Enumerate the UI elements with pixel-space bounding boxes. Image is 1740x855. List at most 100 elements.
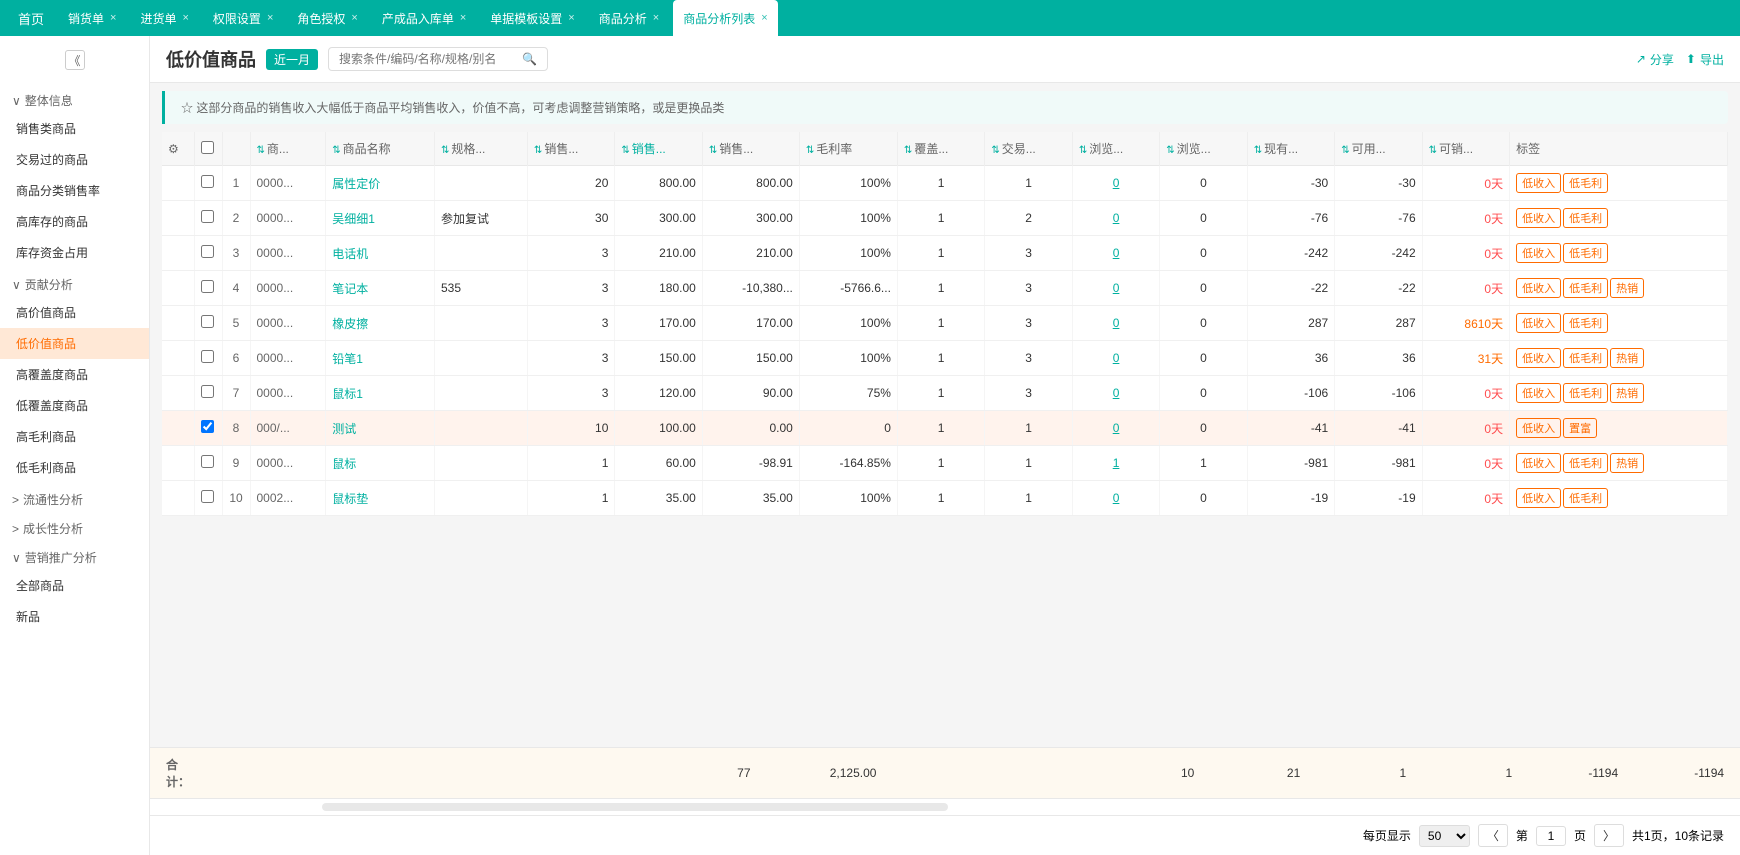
cell-name[interactable]: 电话机 [326, 236, 435, 271]
cell-name[interactable]: 橡皮擦 [326, 306, 435, 341]
sidebar-section-growth[interactable]: > 成长性分析 [0, 512, 149, 541]
close-analysis-icon[interactable]: × [653, 12, 659, 24]
cell-name[interactable]: 笔记本 [326, 271, 435, 306]
cell-checkbox[interactable] [194, 166, 222, 201]
th-sellable[interactable]: ⇅可销... [1422, 132, 1509, 166]
cell-browse1[interactable]: 0 [1072, 481, 1159, 516]
cell-name[interactable]: 鼠标1 [326, 376, 435, 411]
th-sales3[interactable]: ⇅销售... [702, 132, 799, 166]
horizontal-scrollbar[interactable] [322, 803, 948, 811]
sidebar-item-high-stock[interactable]: 高库存的商品 [0, 206, 149, 237]
period-badge[interactable]: 近一月 [266, 49, 318, 70]
cell-checkbox[interactable] [194, 446, 222, 481]
cell-name[interactable]: 属性定价 [326, 166, 435, 201]
nav-role-auth[interactable]: 角色授权 × [287, 0, 367, 36]
cell-browse1[interactable]: 0 [1072, 236, 1159, 271]
cell-checkbox[interactable] [194, 236, 222, 271]
browse-link[interactable]: 1 [1113, 456, 1120, 470]
th-spec[interactable]: ⇅规格... [434, 132, 527, 166]
sidebar-collapse-button[interactable]: 《 [65, 50, 85, 70]
close-permission-icon[interactable]: × [267, 12, 273, 24]
sidebar-item-traded-products[interactable]: 交易过的商品 [0, 144, 149, 175]
browse-link[interactable]: 0 [1113, 281, 1120, 295]
search-box[interactable]: 🔍 [328, 47, 548, 71]
export-button[interactable]: ⬆ 导出 [1686, 51, 1724, 68]
sidebar-item-category-sales-rate[interactable]: 商品分类销售率 [0, 175, 149, 206]
search-icon[interactable]: 🔍 [522, 52, 537, 66]
cell-checkbox[interactable] [194, 341, 222, 376]
cell-name[interactable]: 测试 [326, 411, 435, 446]
nav-purchase-order[interactable]: 进货单 × [130, 0, 198, 36]
close-inbound-icon[interactable]: × [460, 12, 466, 24]
current-page-input[interactable] [1536, 826, 1566, 846]
cell-checkbox[interactable] [194, 376, 222, 411]
row-checkbox[interactable] [201, 175, 214, 188]
prev-page-button[interactable]: 〈 [1478, 824, 1508, 847]
sidebar-item-sales-products[interactable]: 销售类商品 [0, 113, 149, 144]
th-checkbox[interactable] [194, 132, 222, 166]
th-browse1[interactable]: ⇅浏览... [1072, 132, 1159, 166]
sidebar-item-high-value[interactable]: 高价值商品 [0, 297, 149, 328]
search-input[interactable] [339, 52, 518, 66]
th-sales1[interactable]: ⇅销售... [527, 132, 614, 166]
th-current[interactable]: ⇅现有... [1247, 132, 1334, 166]
close-template-icon[interactable]: × [568, 12, 574, 24]
sidebar-item-stock-fund[interactable]: 库存资金占用 [0, 237, 149, 268]
row-checkbox[interactable] [201, 455, 214, 468]
share-button[interactable]: ↗ 分享 [1636, 51, 1674, 68]
browse-link[interactable]: 0 [1113, 316, 1120, 330]
browse-link[interactable]: 0 [1113, 421, 1120, 435]
cell-browse1[interactable]: 0 [1072, 341, 1159, 376]
cell-checkbox[interactable] [194, 481, 222, 516]
cell-name[interactable]: 吴细细1 [326, 201, 435, 236]
cell-browse1[interactable]: 1 [1072, 446, 1159, 481]
row-checkbox[interactable] [201, 490, 214, 503]
sidebar-item-high-margin[interactable]: 高毛利商品 [0, 421, 149, 452]
cell-browse1[interactable]: 0 [1072, 166, 1159, 201]
th-usable[interactable]: ⇅可用... [1335, 132, 1422, 166]
nav-sales-order[interactable]: 销货单 × [58, 0, 126, 36]
close-sales-order-icon[interactable]: × [110, 12, 116, 24]
browse-link[interactable]: 0 [1113, 211, 1120, 225]
sidebar-item-all-products[interactable]: 全部商品 [0, 570, 149, 601]
sidebar-item-new-products[interactable]: 新品 [0, 601, 149, 632]
th-margin[interactable]: ⇅毛利率 [799, 132, 897, 166]
close-purchase-order-icon[interactable]: × [182, 12, 188, 24]
next-page-button[interactable]: 〉 [1594, 824, 1624, 847]
row-checkbox[interactable] [201, 385, 214, 398]
cell-name[interactable]: 铅笔1 [326, 341, 435, 376]
cell-checkbox[interactable] [194, 201, 222, 236]
cell-browse1[interactable]: 0 [1072, 201, 1159, 236]
row-checkbox[interactable] [201, 420, 214, 433]
cell-browse1[interactable]: 0 [1072, 306, 1159, 341]
cell-browse1[interactable]: 0 [1072, 376, 1159, 411]
th-settings[interactable]: ⚙ [162, 132, 194, 166]
select-all-checkbox[interactable] [201, 141, 214, 154]
row-checkbox[interactable] [201, 210, 214, 223]
sidebar-section-liquidity[interactable]: > 流通性分析 [0, 483, 149, 512]
nav-template-settings[interactable]: 单据模板设置 × [480, 0, 584, 36]
cell-browse1[interactable]: 0 [1072, 271, 1159, 306]
sidebar-section-marketing[interactable]: ∨ 营销推广分析 [0, 541, 149, 570]
browse-link[interactable]: 0 [1113, 176, 1120, 190]
row-checkbox[interactable] [201, 350, 214, 363]
browse-link[interactable]: 0 [1113, 386, 1120, 400]
data-table-container[interactable]: ⚙ ⇅商... ⇅商品名称 ⇅规格... ⇅销售... ⇅销售... ⇅销售..… [150, 132, 1740, 747]
browse-link[interactable]: 0 [1113, 351, 1120, 365]
row-checkbox[interactable] [201, 245, 214, 258]
cell-browse1[interactable]: 0 [1072, 411, 1159, 446]
close-analysis-list-icon[interactable]: × [761, 12, 767, 24]
nav-product-analysis-list[interactable]: 商品分析列表 × [673, 0, 777, 36]
sidebar-section-contribution[interactable]: ∨ 贡献分析 [0, 268, 149, 297]
sidebar-item-low-value[interactable]: 低价值商品 [0, 328, 149, 359]
th-sales2[interactable]: ⇅销售... [615, 132, 702, 166]
row-checkbox[interactable] [201, 315, 214, 328]
row-checkbox[interactable] [201, 280, 214, 293]
cell-name[interactable]: 鼠标 [326, 446, 435, 481]
nav-product-analysis[interactable]: 商品分析 × [589, 0, 669, 36]
close-role-icon[interactable]: × [351, 12, 357, 24]
th-code[interactable]: ⇅商... [250, 132, 326, 166]
browse-link[interactable]: 0 [1113, 246, 1120, 260]
sidebar-item-low-coverage[interactable]: 低覆盖度商品 [0, 390, 149, 421]
cell-checkbox[interactable] [194, 411, 222, 446]
